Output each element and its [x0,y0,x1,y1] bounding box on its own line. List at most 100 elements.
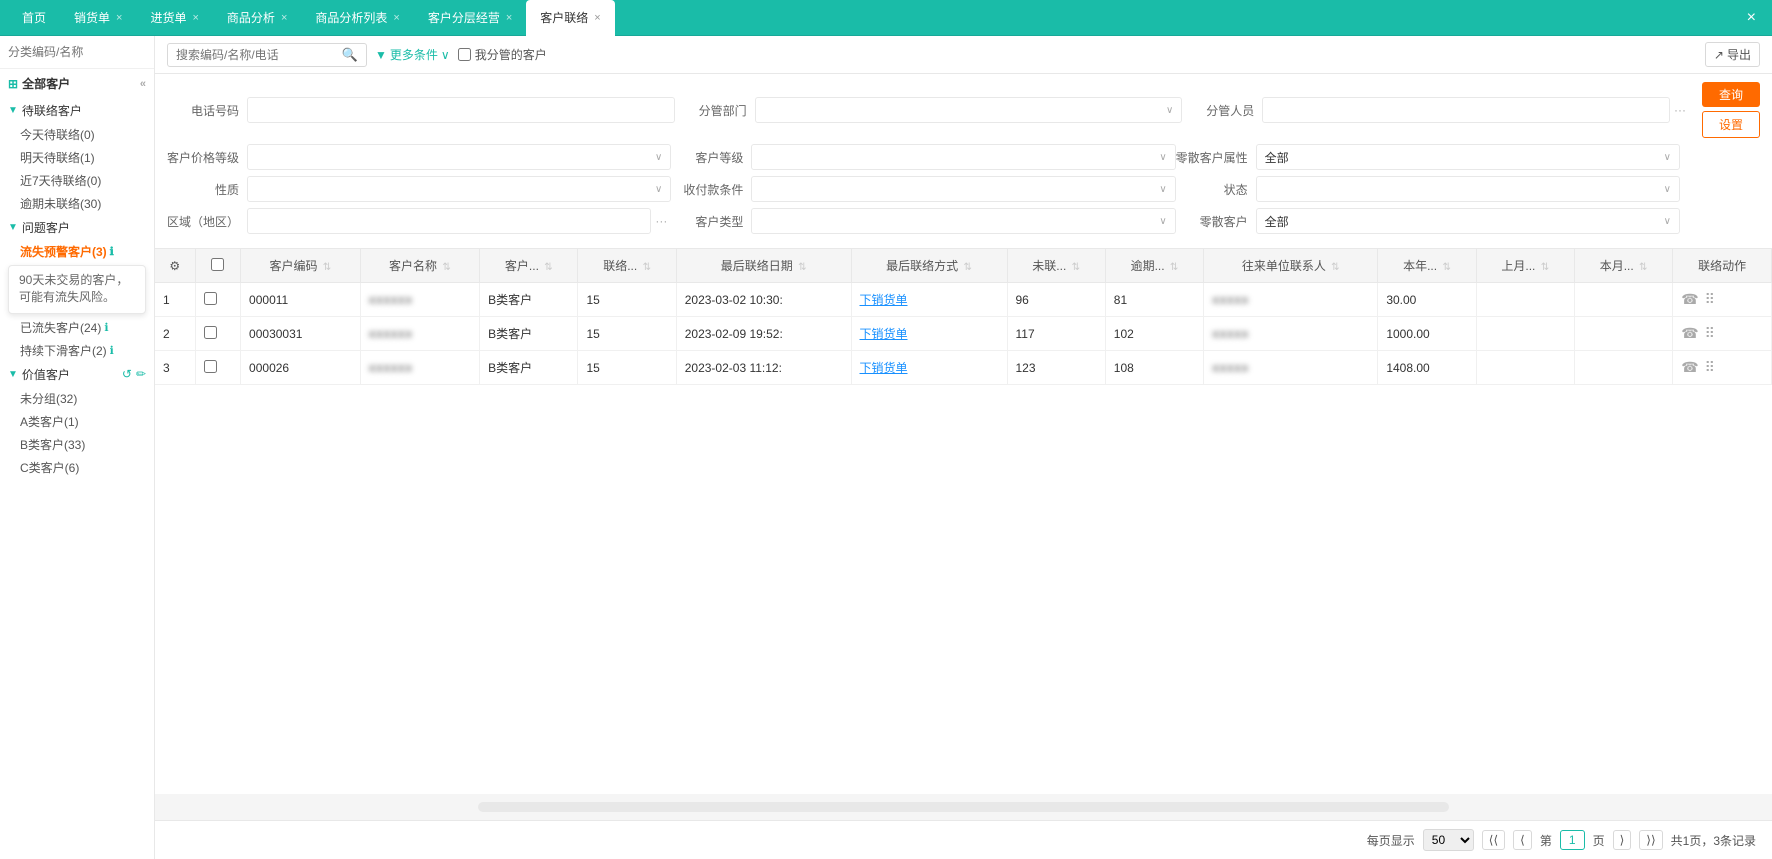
more-action-icon[interactable]: ⠿ [1705,359,1715,376]
th-contact-count[interactable]: 联络... ⇅ [578,249,676,283]
contact-action-icon[interactable]: ☎ [1681,359,1698,376]
row-checkbox[interactable] [204,326,217,339]
first-page-button[interactable]: ⟨⟨ [1482,830,1505,850]
sidebar-item-ungrouped[interactable]: 未分组(32) [0,387,154,410]
filter-price-level-select[interactable]: ∨ [247,144,671,170]
contact-action-icon[interactable]: ☎ [1681,291,1698,308]
per-page-select[interactable]: 50 100 200 [1423,829,1474,851]
th-this-year[interactable]: 本年... ⇅ [1378,249,1476,283]
filter-scatter-attr-select[interactable]: 全部∨ [1256,144,1680,170]
cell-checkbox[interactable] [195,317,241,351]
sidebar-item-declining[interactable]: 持续下滑客户(2) ℹ [0,339,154,362]
info-icon3[interactable]: ℹ [110,344,114,357]
refresh-icon[interactable]: ↺ [122,367,132,381]
all-customers-header[interactable]: ⊞ 全部客户 « [0,69,154,98]
sidebar-item-today-contact[interactable]: 今天待联络(0) [0,123,154,146]
export-button[interactable]: ↗ 导出 [1705,42,1760,67]
prev-page-button[interactable]: ⟨ [1513,830,1532,850]
next-page-button[interactable]: ⟩ [1613,830,1632,850]
tab-analysis-label: 商品分析 [227,9,275,26]
th-this-month[interactable]: 本月... ⇅ [1574,249,1672,283]
close-all-tabs-button[interactable]: × [1739,9,1764,27]
last-page-button[interactable]: ⟩⟩ [1639,830,1662,850]
tab-purchase-close[interactable]: × [192,12,198,24]
tab-customer-layer-close[interactable]: × [506,12,512,24]
th-name[interactable]: 客户名称 ⇅ [360,249,480,283]
th-last-month[interactable]: 上月... ⇅ [1476,249,1574,283]
filter-cell-status: 状态 ∨ [1176,176,1680,202]
tab-analysis-list[interactable]: 商品分析列表 × [301,0,413,36]
th-last-date[interactable]: 最后联络日期 ⇅ [676,249,851,283]
more-filter-button[interactable]: ▼ 更多条件 ∨ [375,46,450,63]
filter-dept-select[interactable]: ∨ [755,97,1183,123]
sidebar-item-b-class[interactable]: B类客户(33) [0,433,154,456]
th-checkbox[interactable] [195,249,241,283]
toolbar-search-icon[interactable]: 🔍 [342,47,358,63]
th-contact-person[interactable]: 往来单位联系人 ⇅ [1204,249,1378,283]
filter-nature-select[interactable]: ∨ [247,176,671,202]
sidebar-item-c-class[interactable]: C类客户(6) [0,456,154,479]
filter-region-dots[interactable]: ··· [651,214,671,228]
sidebar-group-problem[interactable]: ▼ 问题客户 [0,215,154,240]
sidebar-item-7day-contact[interactable]: 近7天待联络(0) [0,169,154,192]
sidebar-item-already-churned[interactable]: 已流失客户(24) ℹ [0,316,154,339]
sidebar-item-tomorrow-contact[interactable]: 明天待联络(1) [0,146,154,169]
horizontal-scrollbar[interactable] [478,802,1448,812]
cell-last-method[interactable]: 下销货单 [851,317,1007,351]
tab-customer-contact[interactable]: 客户联络 × [526,0,614,36]
my-customers-checkbox[interactable] [458,48,471,61]
contact-method-link[interactable]: 下销货单 [860,293,908,307]
cell-uncontacted: 123 [1007,351,1105,385]
info-icon[interactable]: ℹ [110,245,114,258]
tab-customer-contact-close[interactable]: × [594,12,600,24]
filter-payment-select[interactable]: ∨ [751,176,1175,202]
contact-action-icon[interactable]: ☎ [1681,325,1698,342]
sidebar-group-pending[interactable]: ▼ 待联络客户 [0,98,154,123]
filter-customer-level-select[interactable]: ∨ [751,144,1175,170]
tab-analysis[interactable]: 商品分析 × [213,0,301,36]
query-button[interactable]: 查询 [1702,82,1760,107]
row-checkbox[interactable] [204,292,217,305]
tab-home[interactable]: 首页 [8,0,60,36]
th-type[interactable]: 客户... ⇅ [480,249,578,283]
sidebar-group-value[interactable]: ▼ 价值客户 ↺ ✏ [0,362,154,387]
cell-checkbox[interactable] [195,283,241,317]
th-uncontacted[interactable]: 未联... ⇅ [1007,249,1105,283]
tab-customer-layer[interactable]: 客户分层经营 × [414,0,526,36]
th-last-method[interactable]: 最后联络方式 ⇅ [851,249,1007,283]
info-icon2[interactable]: ℹ [104,321,108,334]
tab-analysis-list-close[interactable]: × [393,12,399,24]
sidebar-item-overdue-contact[interactable]: 逾期未联络(30) [0,192,154,215]
cell-contact-count: 15 [578,317,676,351]
filter-phone-input[interactable] [247,97,675,123]
contact-method-link[interactable]: 下销货单 [860,361,908,375]
filter-customer-type-select[interactable]: ∨ [751,208,1175,234]
my-customers-checkbox-label[interactable]: 我分管的客户 [458,46,547,63]
th-overdue[interactable]: 逾期... ⇅ [1105,249,1203,283]
th-settings[interactable]: ⚙ [155,249,195,283]
filter-person-input[interactable] [1262,97,1670,123]
cell-last-method[interactable]: 下销货单 [851,283,1007,317]
filter-status-select[interactable]: ∨ [1256,176,1680,202]
sidebar-item-churn-warning[interactable]: 流失预警客户(3) ℹ [0,240,154,263]
settings-button[interactable]: 设置 [1702,111,1760,138]
cell-last-method[interactable]: 下销货单 [851,351,1007,385]
tab-sales-close[interactable]: × [116,12,122,24]
filter-scatter-select[interactable]: 全部∨ [1256,208,1680,234]
tab-purchase[interactable]: 进货单 × [136,0,212,36]
more-action-icon[interactable]: ⠿ [1705,291,1715,308]
contact-method-link[interactable]: 下销货单 [860,327,908,341]
tab-sales[interactable]: 销货单 × [60,0,136,36]
tab-analysis-close[interactable]: × [281,12,287,24]
more-action-icon[interactable]: ⠿ [1705,325,1715,342]
sidebar-search-input[interactable] [8,45,155,59]
filter-person-dots[interactable]: ··· [1670,103,1690,117]
edit-icon[interactable]: ✏ [136,367,146,381]
sidebar-item-a-class[interactable]: A类客户(1) [0,410,154,433]
filter-region-input[interactable] [247,208,651,234]
th-code[interactable]: 客户编码 ⇅ [241,249,361,283]
search-input[interactable] [176,48,342,62]
select-all-checkbox[interactable] [211,258,224,271]
row-checkbox[interactable] [204,360,217,373]
cell-checkbox[interactable] [195,351,241,385]
